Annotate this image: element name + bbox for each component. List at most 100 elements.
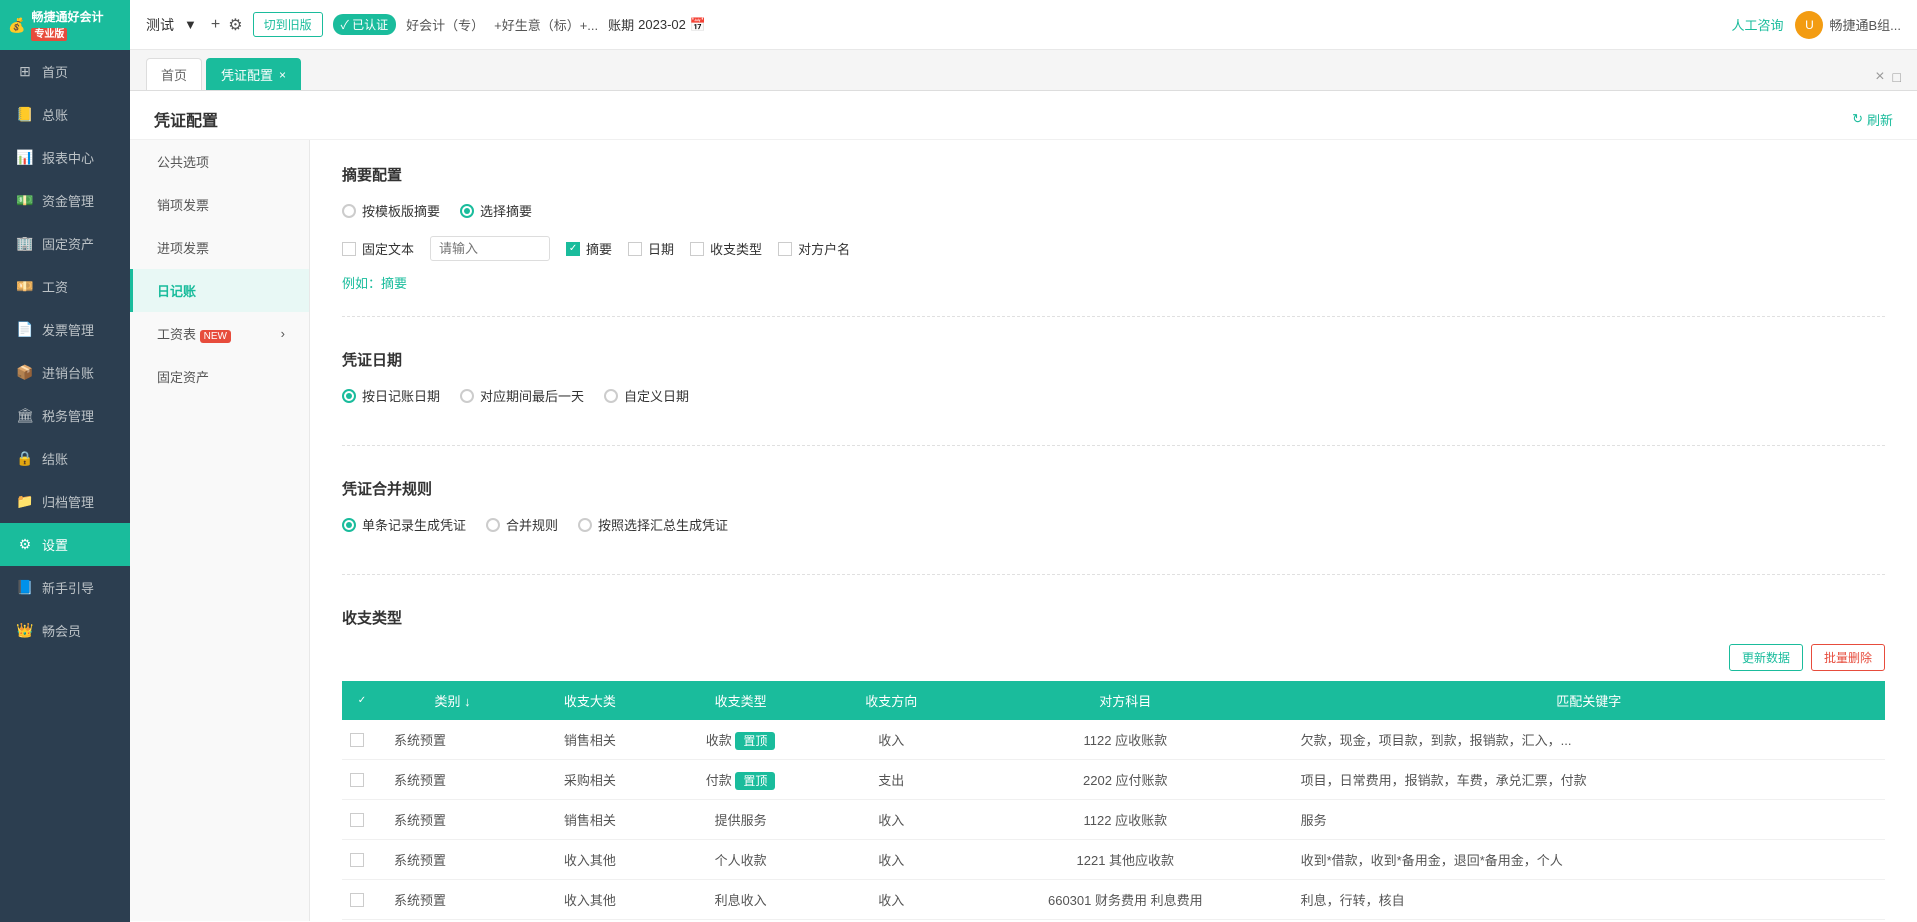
- checkbox-counterparty[interactable]: 对方户名: [778, 239, 850, 258]
- period-label: 账期 2023-02 📅: [608, 15, 706, 34]
- company-name: 测试: [146, 15, 174, 35]
- checkbox-fixed-text[interactable]: 固定文本: [342, 239, 414, 258]
- sidebar-item-reports[interactable]: 📊 报表中心: [0, 136, 130, 179]
- member-icon: 👑: [16, 622, 34, 640]
- config-item-sales-invoice[interactable]: 销项发票: [130, 183, 309, 226]
- tab-home[interactable]: 首页: [146, 58, 202, 90]
- sidebar-item-funds[interactable]: 💵 资金管理: [0, 179, 130, 222]
- archive-icon: 📁: [16, 493, 34, 511]
- batch-delete-button[interactable]: 批量删除: [1811, 644, 1885, 671]
- period-value: 2023-02: [638, 17, 686, 32]
- radio-period-last-dot: [460, 389, 474, 403]
- sidebar-item-ledger[interactable]: 📒 总账: [0, 93, 130, 136]
- service-btn[interactable]: 人工咨询: [1731, 15, 1783, 34]
- radio-period-last[interactable]: 对应期间最后一天: [460, 386, 584, 405]
- sidebar-item-settings[interactable]: ⚙ 设置: [0, 523, 130, 566]
- tab-voucher-config[interactable]: 凭证配置 ×: [206, 58, 301, 90]
- window-close-icon[interactable]: ×: [1875, 68, 1884, 86]
- radio-single-dot: [342, 518, 356, 532]
- radio-select-total-label: 按照选择汇总生成凭证: [598, 515, 728, 534]
- row-direction: 支出: [825, 760, 958, 800]
- th-income-type: 收支类型: [657, 681, 825, 720]
- config-item-fixed-assets[interactable]: 固定资产: [130, 355, 309, 398]
- sidebar-item-invoices[interactable]: 📄 发票管理: [0, 308, 130, 351]
- row-direction: 收入: [825, 800, 958, 840]
- pin-top-tag[interactable]: 置顶: [735, 772, 775, 790]
- sidebar-item-label: 新手引导: [42, 578, 94, 597]
- row-checkbox[interactable]: [342, 880, 382, 920]
- table-body: 系统预置 销售相关 收款 置顶 收入 1122 应收账款 欠款，现金，项目款，到…: [342, 720, 1885, 920]
- config-item-purchase-invoice[interactable]: 进项发票: [130, 226, 309, 269]
- config-sidebar: 公共选项 销项发票 进项发票 日记账 工资表 NEW › 固定资产: [130, 140, 310, 921]
- fixed-text-input[interactable]: [430, 236, 550, 261]
- avatar: U: [1795, 11, 1823, 39]
- row-checkbox[interactable]: [342, 800, 382, 840]
- switch-version-button[interactable]: 切到旧版: [253, 12, 323, 37]
- tab-close-icon[interactable]: ×: [279, 68, 286, 82]
- close-accounts-icon: 🔒: [16, 450, 34, 468]
- row-checkbox[interactable]: [342, 840, 382, 880]
- radio-custom-date-label: 自定义日期: [624, 386, 689, 405]
- settings-gear-icon[interactable]: ⚙: [228, 15, 242, 35]
- table-header: ✓ 类别 ↓ 收支大类 收支类型 收支方向 对方科目 匹配关键字: [342, 681, 1885, 720]
- sidebar-item-close[interactable]: 🔒 结账: [0, 437, 130, 480]
- invoices-icon: 📄: [16, 321, 34, 339]
- sidebar-item-member[interactable]: 👑 畅会员: [0, 609, 130, 652]
- sidebar: 💰 畅捷通好会计 专业版 ⊞ 首页 📒 总账 📊 报表中心 💵 资金管理 🏢 固…: [0, 0, 130, 922]
- sidebar-item-guide[interactable]: 📘 新手引导: [0, 566, 130, 609]
- row-subject: 2202 应付账款: [958, 760, 1293, 800]
- user-info: U 畅捷通B组...: [1795, 11, 1901, 39]
- summary-section-title: 摘要配置: [342, 164, 1885, 185]
- payroll-table-row: 工资表 NEW ›: [157, 324, 285, 343]
- radio-select-total[interactable]: 按照选择汇总生成凭证: [578, 515, 728, 534]
- th-category: 类别 ↓: [382, 681, 523, 720]
- checkbox-summary[interactable]: ✓ 摘要: [566, 239, 612, 258]
- calendar-icon[interactable]: 📅: [690, 17, 706, 33]
- sidebar-item-archive[interactable]: 📁 归档管理: [0, 480, 130, 523]
- window-expand-icon[interactable]: □: [1893, 69, 1901, 85]
- row-keywords: 收到*借款，收到*备用金，退回*备用金，个人: [1293, 840, 1885, 880]
- tabbar: 首页 凭证配置 × × □: [130, 50, 1917, 91]
- sidebar-item-payroll[interactable]: 💴 工资: [0, 265, 130, 308]
- checkbox-date[interactable]: 日期: [628, 239, 674, 258]
- checkbox-counterparty-box: [778, 242, 792, 256]
- table-row: 系统预置 销售相关 收款 置顶 收入 1122 应收账款 欠款，现金，项目款，到…: [342, 720, 1885, 760]
- sidebar-item-label: 设置: [42, 535, 68, 554]
- radio-single-label: 单条记录生成凭证: [362, 515, 466, 534]
- row-subject: 1122 应收账款: [958, 800, 1293, 840]
- row-checkbox[interactable]: [342, 760, 382, 800]
- sidebar-item-assets[interactable]: 🏢 固定资产: [0, 222, 130, 265]
- radio-custom-date[interactable]: 自定义日期: [604, 386, 689, 405]
- certified-tag: ✓ 已认证: [333, 14, 397, 35]
- radio-merge[interactable]: 合并规则: [486, 515, 558, 534]
- checkbox-income-type[interactable]: 收支类型: [690, 239, 762, 258]
- refresh-icon: ↻: [1852, 111, 1863, 127]
- checkbox-income-type-box: [690, 242, 704, 256]
- sidebar-item-home[interactable]: ⊞ 首页: [0, 50, 130, 93]
- home-icon: ⊞: [16, 63, 34, 81]
- voucher-date-section: 凭证日期 按日记账日期 对应期间最后一天 自定义日期: [342, 349, 1885, 446]
- checkbox-row: 固定文本 ✓ 摘要 日期 收支类型: [342, 236, 1885, 261]
- company-dropdown[interactable]: ▼: [184, 17, 197, 32]
- radio-single[interactable]: 单条记录生成凭证: [342, 515, 466, 534]
- radio-template[interactable]: 按模板版摘要: [342, 201, 440, 220]
- guide-icon: 📘: [16, 579, 34, 597]
- sidebar-item-tax[interactable]: 🏛 税务管理: [0, 394, 130, 437]
- content-area: 凭证配置 ↻ 刷新 公共选项 销项发票 进项发票 日记账 工资表 NEW › 固…: [130, 91, 1917, 922]
- add-icon[interactable]: +: [211, 16, 220, 34]
- row-checkbox[interactable]: [342, 720, 382, 760]
- table-row: 系统预置 销售相关 提供服务 收入 1122 应收账款 服务: [342, 800, 1885, 840]
- sidebar-item-purchase[interactable]: 📦 进销台账: [0, 351, 130, 394]
- topbar-right: 人工咨询 U 畅捷通B组...: [1731, 11, 1901, 39]
- refresh-button[interactable]: ↻ 刷新: [1852, 110, 1893, 129]
- config-item-payroll-table[interactable]: 工资表 NEW ›: [130, 312, 309, 355]
- checkbox: [350, 813, 364, 827]
- header-checkbox[interactable]: ✓: [355, 694, 369, 708]
- radio-journal-date[interactable]: 按日记账日期: [342, 386, 440, 405]
- row-keywords: 服务: [1293, 800, 1885, 840]
- config-item-journal[interactable]: 日记账: [130, 269, 309, 312]
- config-item-public[interactable]: 公共选项: [130, 140, 309, 183]
- pin-top-tag[interactable]: 置顶: [735, 732, 775, 750]
- radio-select[interactable]: 选择摘要: [460, 201, 532, 220]
- update-data-button[interactable]: 更新数据: [1729, 644, 1803, 671]
